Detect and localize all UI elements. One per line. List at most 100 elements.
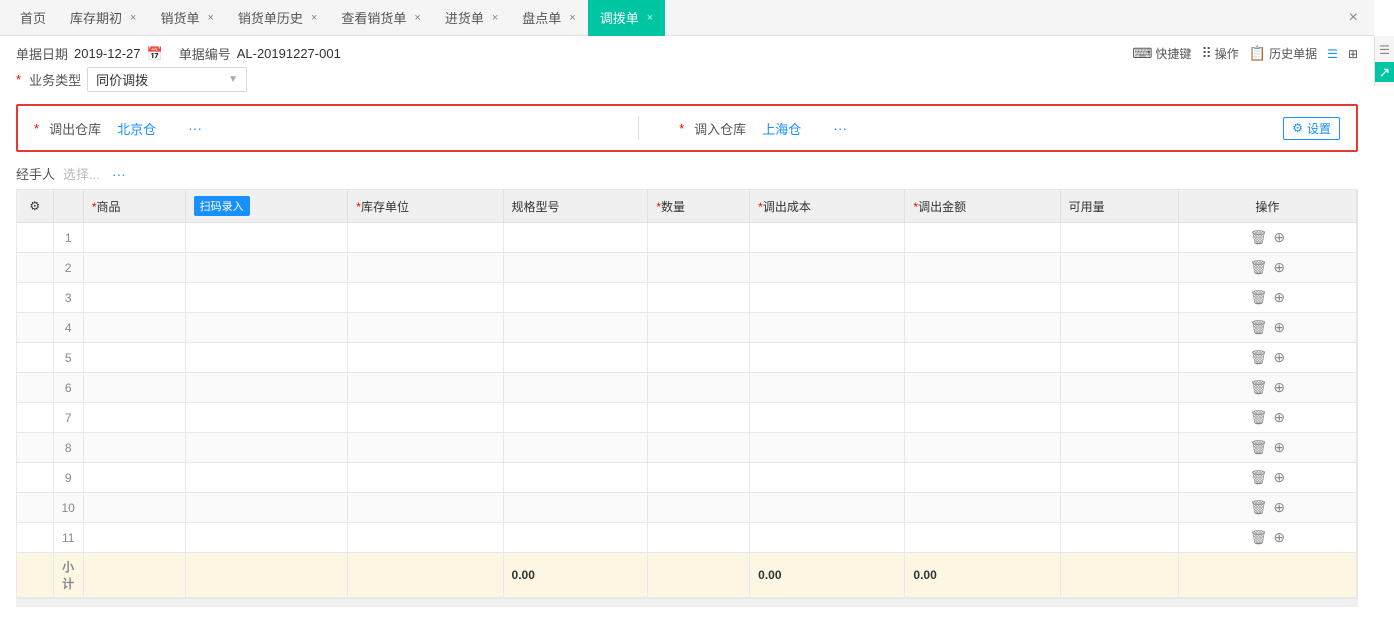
delete-icon[interactable]: 🗑: [1250, 319, 1268, 336]
copy-icon[interactable]: ⊕: [1273, 289, 1285, 306]
subtotal-cost-cell: 0.00: [750, 553, 905, 598]
operation-button[interactable]: ⠿ 操作: [1201, 45, 1238, 62]
items-table-wrapper: ⚙ *商品 扫码录入 *库存单位 规格型号 *数量: [16, 189, 1358, 599]
table-row: 9 🗑⊕: [17, 463, 1357, 493]
layout1-button[interactable]: ☰: [1327, 47, 1338, 61]
copy-icon[interactable]: ⊕: [1273, 529, 1285, 546]
table-row: 8 🗑⊕: [17, 433, 1357, 463]
close-icon[interactable]: ×: [414, 12, 420, 24]
delete-icon[interactable]: 🗑: [1250, 439, 1268, 456]
tab-bar-close-button[interactable]: ×: [1341, 9, 1366, 27]
col-available: 可用量: [1060, 190, 1178, 223]
tab-transfer[interactable]: 调拨单 ×: [588, 0, 665, 36]
tab-bar: 首页 库存期初 × 销货单 × 销货单历史 × 查看销货单 × 进货单 × 盘点…: [0, 0, 1374, 36]
unit-cell[interactable]: [348, 223, 503, 253]
table-row: 6 🗑⊕: [17, 373, 1357, 403]
close-icon[interactable]: ×: [647, 12, 653, 24]
delete-icon[interactable]: 🗑: [1250, 259, 1268, 276]
history-icon: 📋: [1249, 45, 1266, 62]
subtotal-row: 小计 0.00 0.00 0.00: [17, 553, 1357, 598]
setting-button[interactable]: ⚙ 设置: [1283, 117, 1340, 140]
table-row: 2 🗑⊕: [17, 253, 1357, 283]
tab-sales-history[interactable]: 销货单历史 ×: [226, 0, 329, 36]
product-cell[interactable]: [83, 223, 185, 253]
layout2-button[interactable]: ⊞: [1348, 47, 1358, 61]
col-setting[interactable]: ⚙: [17, 190, 53, 223]
business-row: * 业务类型 同价调拨 ▼: [16, 67, 1358, 92]
copy-icon[interactable]: ⊕: [1273, 499, 1285, 516]
in-warehouse-more-icon[interactable]: ···: [833, 120, 847, 136]
warehouse-section: * 调出仓库 北京仓 ··· * 调入仓库 上海仓 ··· ⚙ 设置: [16, 104, 1358, 152]
side-export-icon[interactable]: ↗: [1375, 62, 1394, 82]
tab-sales-order[interactable]: 销货单 ×: [148, 0, 225, 36]
delete-icon[interactable]: 🗑: [1250, 289, 1268, 306]
copy-icon[interactable]: ⊕: [1273, 379, 1285, 396]
delete-icon[interactable]: 🗑: [1250, 499, 1268, 516]
scan-cell: [185, 223, 348, 253]
copy-icon[interactable]: ⊕: [1273, 409, 1285, 426]
qty-cell[interactable]: [648, 223, 750, 253]
items-table: ⚙ *商品 扫码录入 *库存单位 规格型号 *数量: [17, 190, 1357, 598]
scan-button[interactable]: 扫码录入: [194, 196, 250, 216]
handler-more-icon[interactable]: ···: [112, 166, 126, 182]
close-icon[interactable]: ×: [207, 12, 213, 24]
shortcut-button[interactable]: ⌨ 快捷键: [1132, 45, 1191, 62]
close-icon[interactable]: ×: [311, 12, 317, 24]
delete-icon[interactable]: 🗑: [1250, 379, 1268, 396]
copy-icon[interactable]: ⊕: [1273, 319, 1285, 336]
col-unit: *库存单位: [348, 190, 503, 223]
subtotal-qty-cell: 0.00: [503, 553, 648, 598]
col-spec: 规格型号: [503, 190, 648, 223]
tab-stocktake[interactable]: 盘点单 ×: [510, 0, 587, 36]
spec-cell[interactable]: [503, 223, 648, 253]
tab-view-sales[interactable]: 查看销货单 ×: [329, 0, 432, 36]
table-row: 10 🗑⊕: [17, 493, 1357, 523]
gear-icon: ⚙: [1292, 121, 1303, 135]
copy-icon[interactable]: ⊕: [1273, 229, 1285, 246]
close-icon[interactable]: ×: [492, 12, 498, 24]
delete-icon[interactable]: 🗑: [1250, 409, 1268, 426]
delete-icon[interactable]: 🗑: [1250, 529, 1268, 546]
row-num-cell: 1: [53, 223, 83, 253]
table-row: 7 🗑⊕: [17, 403, 1357, 433]
table-header-row: ⚙ *商品 扫码录入 *库存单位 规格型号 *数量: [17, 190, 1357, 223]
copy-icon[interactable]: ⊕: [1273, 439, 1285, 456]
amount-cell[interactable]: [905, 223, 1060, 253]
in-warehouse-field: * 调入仓库 上海仓 ···: [679, 119, 1243, 138]
col-qty: *数量: [648, 190, 750, 223]
business-type-field: * 业务类型 同价调拨 ▼: [16, 67, 247, 92]
cost-cell[interactable]: [750, 223, 905, 253]
table-row: 3 🗑⊕: [17, 283, 1357, 313]
tab-purchase[interactable]: 进货单 ×: [433, 0, 510, 36]
date-field: 单据日期 2019-12-27 📅: [16, 44, 163, 63]
col-cost: *调出成本: [750, 190, 905, 223]
calendar-icon[interactable]: 📅: [147, 46, 163, 62]
business-type-select[interactable]: 同价调拨 ▼: [87, 67, 247, 92]
delete-icon[interactable]: 🗑: [1250, 349, 1268, 366]
row-setting-cell: [17, 223, 53, 253]
delete-icon[interactable]: 🗑: [1250, 229, 1268, 246]
side-panel: ☰ ↗: [1374, 36, 1394, 86]
col-product: *商品: [83, 190, 185, 223]
divider: [638, 116, 639, 140]
table-row: 1 🗑 ⊕: [17, 223, 1357, 253]
layout2-icon: ⊞: [1348, 47, 1358, 61]
copy-icon[interactable]: ⊕: [1273, 259, 1285, 276]
layout1-icon: ☰: [1327, 47, 1338, 61]
out-warehouse-more-icon[interactable]: ···: [188, 120, 202, 136]
side-list-icon[interactable]: ☰: [1375, 40, 1394, 60]
business-type-row: * 业务类型 同价调拨 ▼: [0, 67, 1374, 104]
number-field: 单据编号 AL-20191227-001: [179, 44, 341, 63]
horizontal-scrollbar[interactable]: [16, 599, 1358, 607]
close-icon[interactable]: ×: [569, 12, 575, 24]
col-row-num: [53, 190, 83, 223]
delete-icon[interactable]: 🗑: [1250, 469, 1268, 486]
operation-icon: ⠿: [1201, 45, 1211, 62]
close-icon[interactable]: ×: [130, 12, 136, 24]
subtotal-label-cell: 小计: [53, 553, 83, 598]
history-button[interactable]: 📋 历史单据: [1249, 45, 1317, 62]
tab-home[interactable]: 首页: [8, 0, 58, 36]
copy-icon[interactable]: ⊕: [1273, 469, 1285, 486]
tab-inventory-init[interactable]: 库存期初 ×: [58, 0, 148, 36]
copy-icon[interactable]: ⊕: [1273, 349, 1285, 366]
